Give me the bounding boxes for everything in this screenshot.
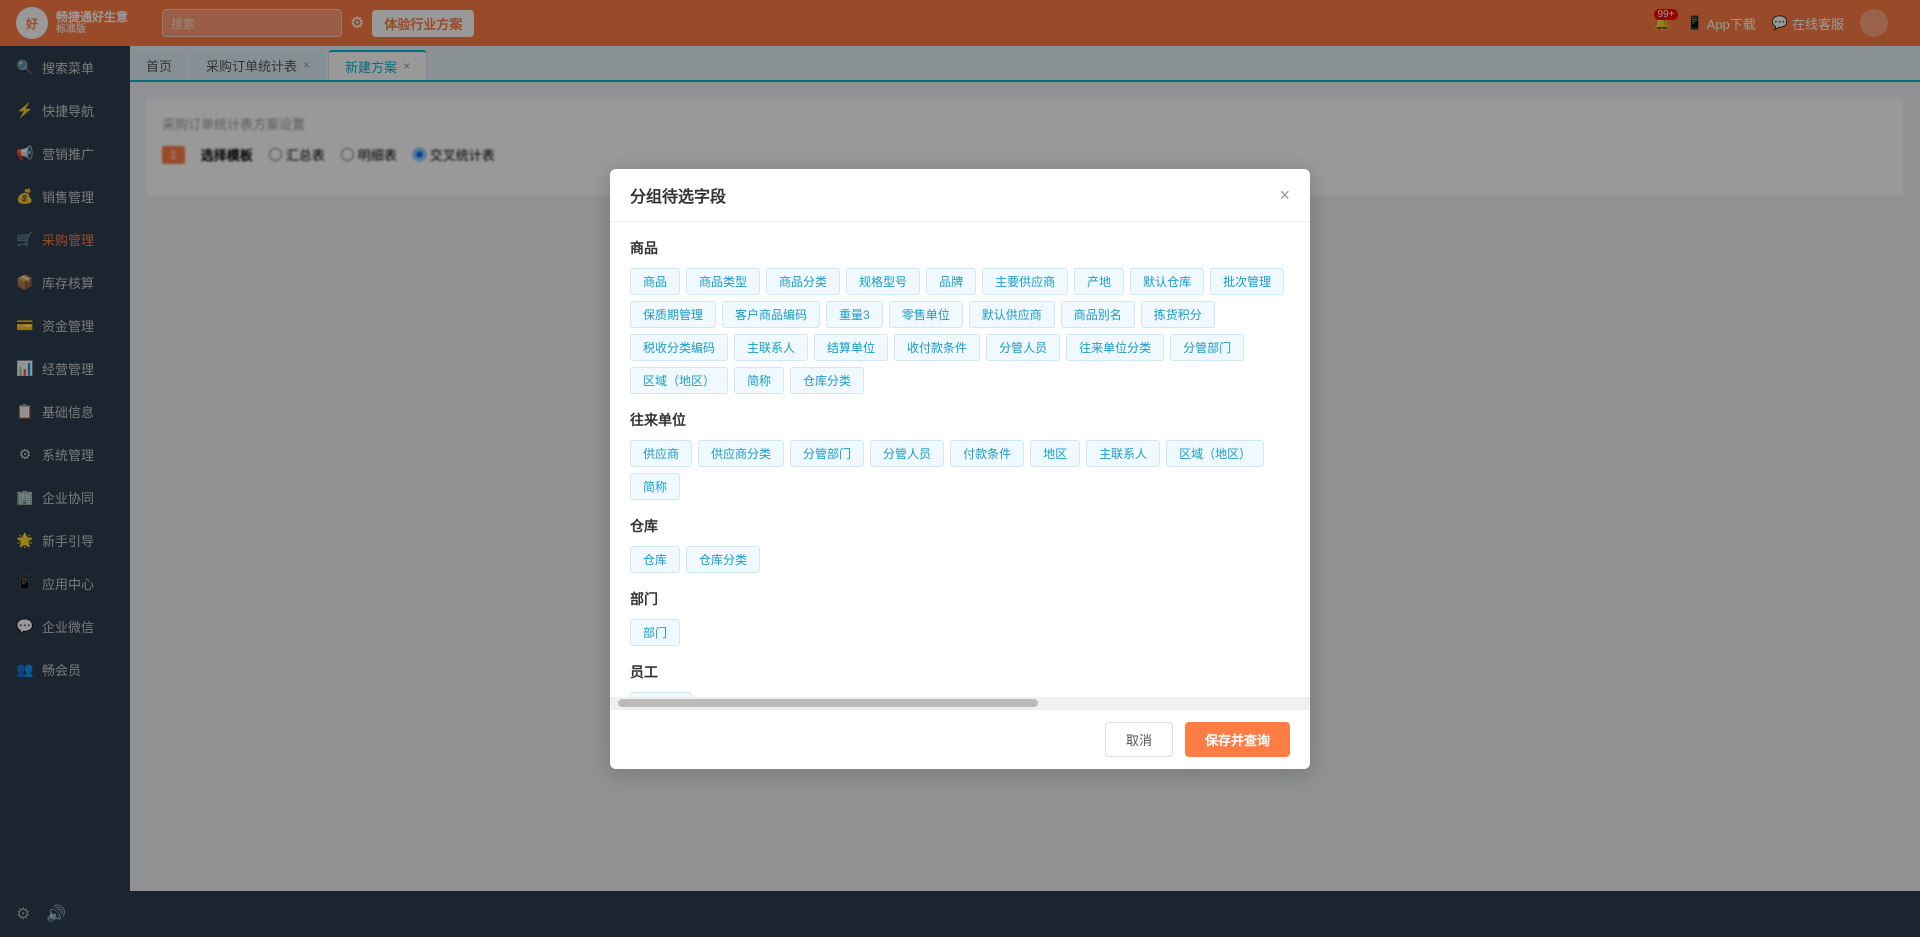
field-tag-department-0[interactable]: 部门 (630, 619, 680, 646)
field-tag-goods-13[interactable]: 默认供应商 (969, 301, 1055, 328)
field-tags-partner: 供应商供应商分类分管部门分管人员付款条件地区主联系人区域（地区） 简称 (630, 440, 1290, 500)
modal-overlay: 分组待选字段 × 商品商品商品类型商品分类规格型号品牌主要供应商产地默认仓库批次… (0, 0, 1920, 937)
field-tags-goods: 商品商品类型商品分类规格型号品牌主要供应商产地默认仓库批次管理保质期管理客户商品… (630, 268, 1290, 394)
field-tag-goods-5[interactable]: 主要供应商 (982, 268, 1068, 295)
field-tag-goods-11[interactable]: 重量3 (826, 301, 883, 328)
field-tag-partner-3[interactable]: 分管人员 (870, 440, 944, 467)
field-tag-partner-6[interactable]: 主联系人 (1086, 440, 1160, 467)
modal-dialog: 分组待选字段 × 商品商品商品类型商品分类规格型号品牌主要供应商产地默认仓库批次… (610, 169, 1310, 769)
section-title-warehouse: 仓库 (630, 516, 1290, 536)
modal-footer: 取消 保存并查询 (610, 709, 1310, 769)
field-tag-goods-4[interactable]: 品牌 (926, 268, 976, 295)
scroll-thumb (618, 699, 1038, 707)
field-tag-goods-25[interactable]: 仓库分类 (790, 367, 864, 394)
field-tag-goods-14[interactable]: 商品别名 (1061, 301, 1135, 328)
field-tag-goods-3[interactable]: 规格型号 (846, 268, 920, 295)
field-tag-goods-7[interactable]: 默认仓库 (1130, 268, 1204, 295)
modal-header: 分组待选字段 × (610, 169, 1310, 222)
cancel-button[interactable]: 取消 (1105, 722, 1173, 757)
field-tag-partner-7[interactable]: 区域（地区） (1166, 440, 1264, 467)
field-tag-goods-12[interactable]: 零售单位 (889, 301, 963, 328)
field-tag-goods-19[interactable]: 收付款条件 (894, 334, 980, 361)
field-tag-goods-0[interactable]: 商品 (630, 268, 680, 295)
field-tag-goods-24[interactable]: 简称 (734, 367, 784, 394)
section-title-goods: 商品 (630, 238, 1290, 258)
field-tag-goods-18[interactable]: 结算单位 (814, 334, 888, 361)
field-tag-warehouse-0[interactable]: 仓库 (630, 546, 680, 573)
field-tag-goods-2[interactable]: 商品分类 (766, 268, 840, 295)
confirm-button[interactable]: 保存并查询 (1185, 722, 1290, 757)
modal-body: 商品商品商品类型商品分类规格型号品牌主要供应商产地默认仓库批次管理保质期管理客户… (610, 222, 1310, 697)
horizontal-scrollbar[interactable] (610, 697, 1310, 709)
field-tag-goods-16[interactable]: 税收分类编码 (630, 334, 728, 361)
field-tag-goods-9[interactable]: 保质期管理 (630, 301, 716, 328)
section-title-employee: 员工 (630, 662, 1290, 682)
field-tag-goods-15[interactable]: 拣货积分 (1141, 301, 1215, 328)
field-tag-partner-0[interactable]: 供应商 (630, 440, 692, 467)
field-tag-goods-20[interactable]: 分管人员 (986, 334, 1060, 361)
modal-title: 分组待选字段 (630, 183, 726, 207)
field-tag-goods-22[interactable]: 分管部门 (1170, 334, 1244, 361)
field-tag-goods-10[interactable]: 客户商品编码 (722, 301, 820, 328)
field-tag-partner-8[interactable]: 简称 (630, 473, 680, 500)
field-tag-partner-5[interactable]: 地区 (1030, 440, 1080, 467)
field-tags-department: 部门 (630, 619, 1290, 646)
field-tags-warehouse: 仓库仓库分类 (630, 546, 1290, 573)
field-tag-partner-2[interactable]: 分管部门 (790, 440, 864, 467)
field-tag-partner-4[interactable]: 付款条件 (950, 440, 1024, 467)
modal-close-btn[interactable]: × (1279, 186, 1290, 204)
field-tag-goods-1[interactable]: 商品类型 (686, 268, 760, 295)
field-tag-partner-1[interactable]: 供应商分类 (698, 440, 784, 467)
section-title-partner: 往来单位 (630, 410, 1290, 430)
field-tag-goods-23[interactable]: 区域（地区） (630, 367, 728, 394)
field-tag-goods-6[interactable]: 产地 (1074, 268, 1124, 295)
field-tag-goods-21[interactable]: 往来单位分类 (1066, 334, 1164, 361)
field-tag-goods-8[interactable]: 批次管理 (1210, 268, 1284, 295)
section-title-department: 部门 (630, 589, 1290, 609)
field-tag-warehouse-1[interactable]: 仓库分类 (686, 546, 760, 573)
field-tag-goods-17[interactable]: 主联系人 (734, 334, 808, 361)
